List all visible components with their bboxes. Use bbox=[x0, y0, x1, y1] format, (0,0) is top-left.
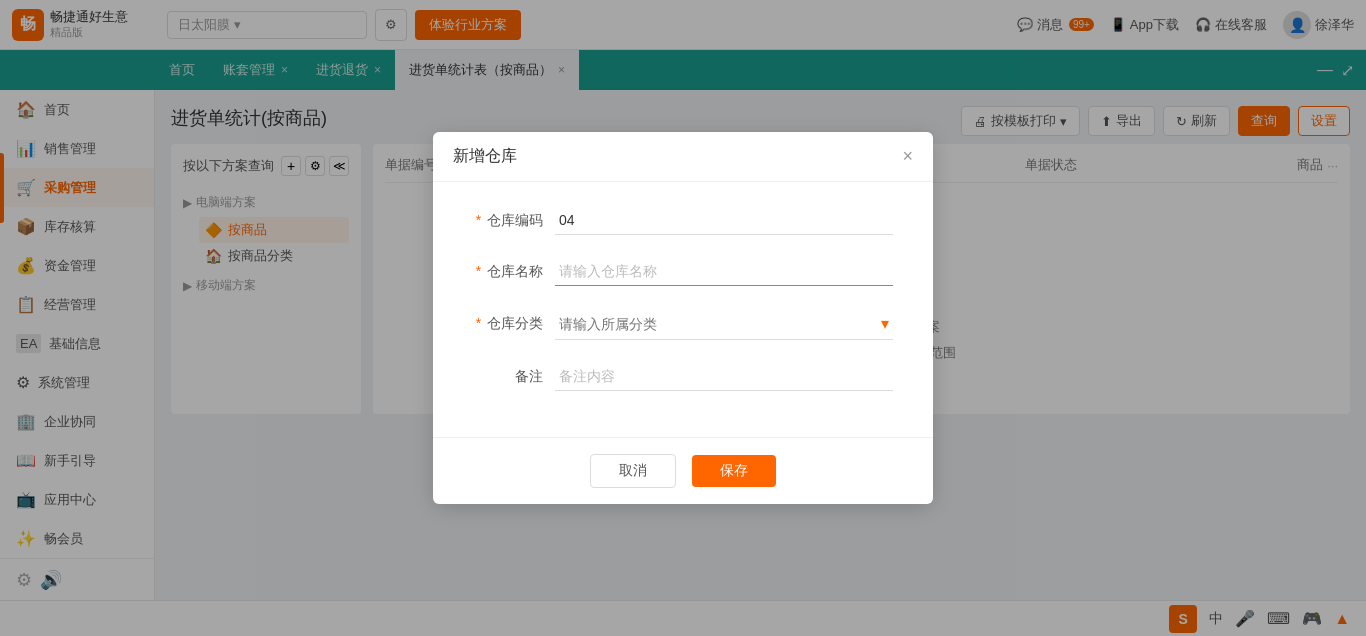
modal-close-button[interactable]: × bbox=[902, 146, 913, 167]
cancel-button[interactable]: 取消 bbox=[590, 454, 676, 488]
required-star-category: * bbox=[476, 315, 481, 331]
note-input[interactable] bbox=[555, 362, 893, 391]
modal-header: 新增仓库 × bbox=[433, 132, 933, 182]
code-label: * 仓库编码 bbox=[473, 212, 543, 230]
modal-overlay: 新增仓库 × * 仓库编码 * 仓库名称 bbox=[0, 0, 1366, 636]
form-row-name: * 仓库名称 bbox=[473, 257, 893, 286]
form-row-code: * 仓库编码 bbox=[473, 206, 893, 235]
category-select[interactable]: ▾ bbox=[555, 308, 893, 340]
category-dropdown-icon: ▾ bbox=[881, 314, 889, 333]
modal-body: * 仓库编码 * 仓库名称 * 仓库分类 bbox=[433, 182, 933, 437]
save-button[interactable]: 保存 bbox=[692, 455, 776, 487]
name-label: * 仓库名称 bbox=[473, 263, 543, 281]
code-input[interactable] bbox=[555, 206, 893, 235]
modal-new-warehouse: 新增仓库 × * 仓库编码 * 仓库名称 bbox=[433, 132, 933, 504]
name-input[interactable] bbox=[555, 257, 893, 286]
form-row-note: 备注 bbox=[473, 362, 893, 391]
category-input[interactable] bbox=[559, 316, 881, 332]
modal-footer: 取消 保存 bbox=[433, 437, 933, 504]
category-label: * 仓库分类 bbox=[473, 315, 543, 333]
note-label: 备注 bbox=[473, 368, 543, 386]
modal-title: 新增仓库 bbox=[453, 146, 517, 167]
required-star-name: * bbox=[476, 263, 481, 279]
form-row-category: * 仓库分类 ▾ bbox=[473, 308, 893, 340]
required-star-code: * bbox=[476, 212, 481, 228]
